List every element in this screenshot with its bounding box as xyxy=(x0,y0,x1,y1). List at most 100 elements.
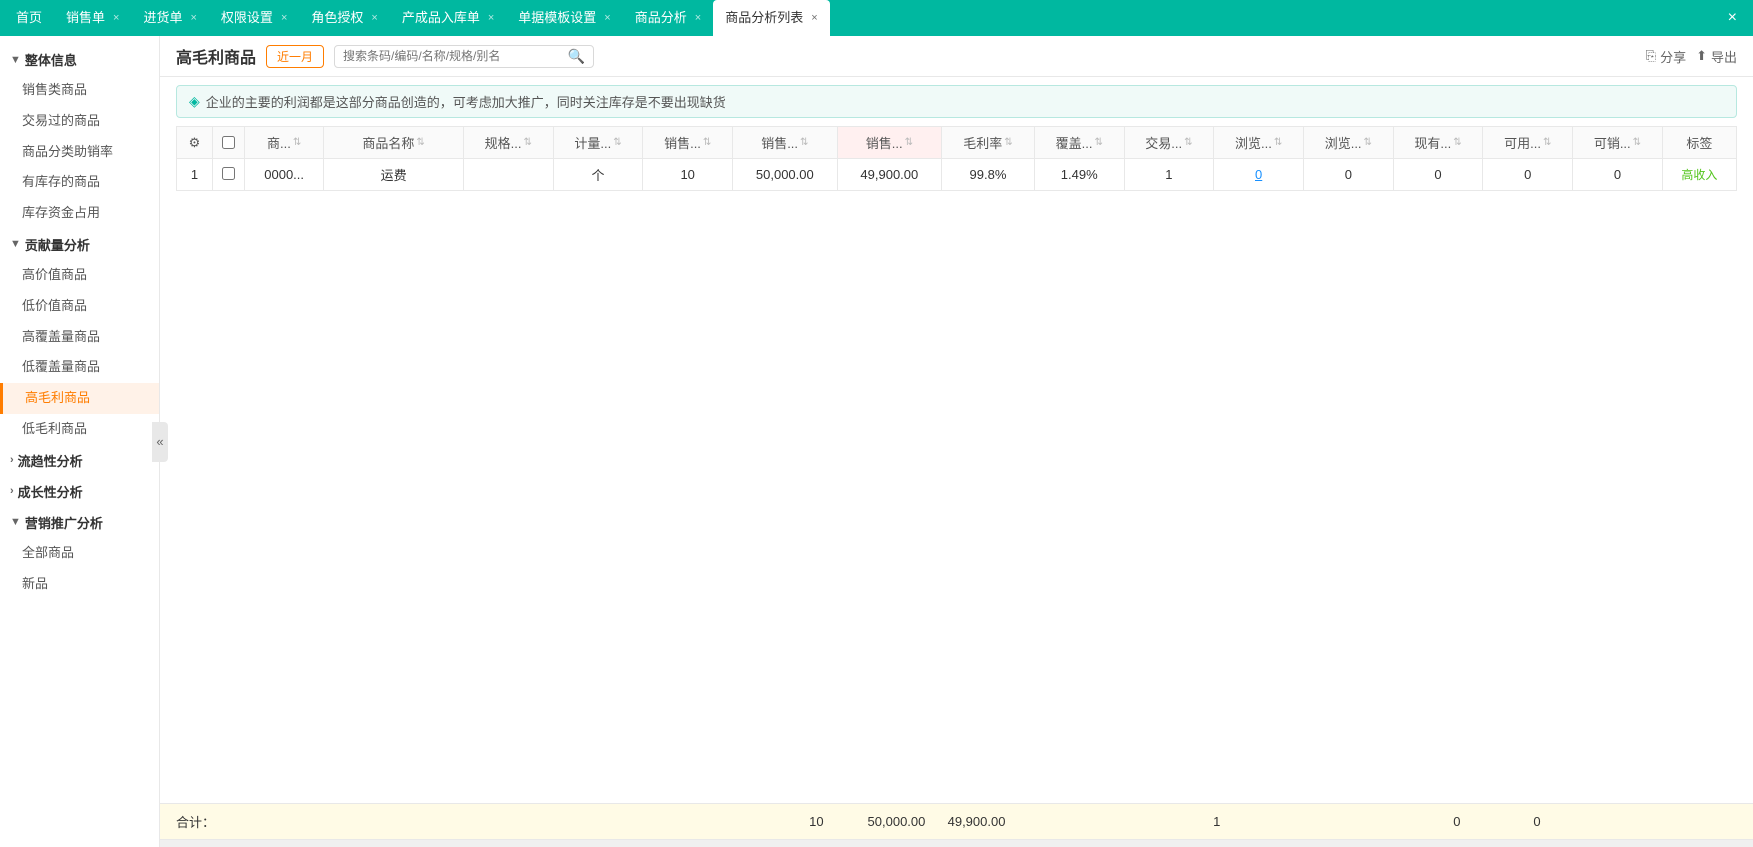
sort-spec-icon[interactable]: ⇅ xyxy=(524,137,532,148)
close-product-analysis-icon[interactable]: × xyxy=(695,0,701,36)
col-sales-amount[interactable]: 销售...⇅ xyxy=(733,127,838,159)
sidebar-item-all-goods[interactable]: 全部商品 xyxy=(0,538,159,569)
cell-unit: 个 xyxy=(553,159,643,191)
sort-sellable-icon[interactable]: ⇅ xyxy=(1633,137,1641,148)
sort-coverage-icon[interactable]: ⇅ xyxy=(1094,137,1102,148)
sidebar-item-low-value[interactable]: 低价值商品 xyxy=(0,291,159,322)
close-permission-icon[interactable]: × xyxy=(281,0,287,36)
close-doc-template-icon[interactable]: × xyxy=(604,0,610,36)
data-table: ⚙ 商...⇅ 商品名称⇅ 规格...⇅ xyxy=(176,126,1737,191)
close-product-inbound-icon[interactable]: × xyxy=(488,0,494,36)
cell-browse1[interactable]: 0 xyxy=(1214,159,1304,191)
col-sales-qty[interactable]: 销售...⇅ xyxy=(643,127,733,159)
sidebar-item-high-margin[interactable]: 高毛利商品 xyxy=(0,383,159,414)
sidebar-item-in-stock-goods[interactable]: 有库存的商品 xyxy=(0,167,159,198)
sidebar-item-category-rate[interactable]: 商品分类助销率 xyxy=(0,137,159,168)
sort-sales-qty-icon[interactable]: ⇅ xyxy=(703,137,711,148)
col-available[interactable]: 可用...⇅ xyxy=(1483,127,1573,159)
sidebar-item-stock-capital[interactable]: 库存资金占用 xyxy=(0,198,159,229)
close-role-auth-icon[interactable]: × xyxy=(371,0,377,36)
export-button[interactable]: ⬆ 导出 xyxy=(1696,47,1737,66)
page-title: 高毛利商品 xyxy=(176,44,256,68)
col-current-stock[interactable]: 现有...⇅ xyxy=(1393,127,1483,159)
cell-name: 运费 xyxy=(324,159,464,191)
col-checkbox[interactable] xyxy=(213,127,245,159)
nav-product-analysis[interactable]: 商品分析 × xyxy=(623,0,713,36)
sidebar-item-low-margin[interactable]: 低毛利商品 xyxy=(0,414,159,445)
col-unit[interactable]: 计量...⇅ xyxy=(553,127,643,159)
sidebar-group-growth[interactable]: › 成长性分析 xyxy=(0,476,159,507)
cell-coverage: 1.49% xyxy=(1034,159,1124,191)
col-sales-net[interactable]: 销售...⇅ xyxy=(837,127,942,159)
sidebar-group-overall[interactable]: ▼ 整体信息 xyxy=(0,44,159,75)
cell-checkbox[interactable] xyxy=(213,159,245,191)
nav-permission-settings[interactable]: 权限设置 × xyxy=(209,0,299,36)
sort-name-icon[interactable]: ⇅ xyxy=(416,137,424,148)
nav-product-analysis-list[interactable]: 商品分析列表 × xyxy=(713,0,829,36)
nav-home[interactable]: 首页 xyxy=(4,0,54,36)
col-name[interactable]: 商品名称⇅ xyxy=(324,127,464,159)
sort-gross-margin-icon[interactable]: ⇅ xyxy=(1004,137,1012,148)
content-area: 高毛利商品 近一月 🔍 ⎘ 分享 ⬆ 导出 ◈ 企业的主要的利润都是这部分商品创… xyxy=(160,36,1753,847)
cell-available: 0 xyxy=(1483,159,1573,191)
search-input[interactable] xyxy=(343,49,568,63)
col-code[interactable]: 商...⇅ xyxy=(245,127,324,159)
sort-code-icon[interactable]: ⇅ xyxy=(293,137,301,148)
close-purchase-order-icon[interactable]: × xyxy=(190,0,196,36)
footer-index xyxy=(296,814,376,829)
share-icon: ⎘ xyxy=(1646,48,1656,64)
nav-role-auth[interactable]: 角色授权 × xyxy=(299,0,389,36)
nav-doc-template[interactable]: 单据模板设置 × xyxy=(506,0,622,36)
sidebar-collapse-button[interactable]: « xyxy=(152,422,168,462)
sort-unit-icon[interactable]: ⇅ xyxy=(613,137,621,148)
sidebar-item-sales-goods[interactable]: 销售类商品 xyxy=(0,75,159,106)
sort-stock-icon[interactable]: ⇅ xyxy=(1453,137,1461,148)
bottom-scrollbar[interactable] xyxy=(160,839,1753,847)
cell-sales-qty: 10 xyxy=(643,159,733,191)
cell-sales-net: 49,900.00 xyxy=(837,159,942,191)
col-spec[interactable]: 规格...⇅ xyxy=(463,127,553,159)
sidebar-item-high-coverage[interactable]: 高覆盖量商品 xyxy=(0,322,159,353)
period-button[interactable]: 近一月 xyxy=(266,45,324,68)
col-gross-margin[interactable]: 毛利率⇅ xyxy=(942,127,1035,159)
footer-transaction: 1 xyxy=(1177,814,1257,829)
sort-transaction-icon[interactable]: ⇅ xyxy=(1184,137,1192,148)
select-all-checkbox[interactable] xyxy=(222,136,235,149)
close-analysis-list-icon[interactable]: × xyxy=(811,0,817,36)
footer-unit xyxy=(696,814,776,829)
search-icon[interactable]: 🔍 xyxy=(568,48,585,65)
sidebar-item-new-goods[interactable]: 新品 xyxy=(0,569,159,600)
sidebar-item-high-value[interactable]: 高价值商品 xyxy=(0,260,159,291)
nav-sales-order[interactable]: 销售单 × xyxy=(54,0,131,36)
footer-checkbox xyxy=(376,814,456,829)
col-tag[interactable]: 标签 xyxy=(1662,127,1736,159)
col-settings[interactable]: ⚙ xyxy=(177,127,213,159)
nav-product-inbound[interactable]: 产成品入库单 × xyxy=(390,0,506,36)
header-actions: ⎘ 分享 ⬆ 导出 xyxy=(1646,47,1737,66)
sidebar-group-contribution[interactable]: ▼ 贡献量分析 xyxy=(0,229,159,260)
col-sellable[interactable]: 可销...⇅ xyxy=(1573,127,1663,159)
sort-sales-amount-icon[interactable]: ⇅ xyxy=(800,137,808,148)
col-transaction[interactable]: 交易...⇅ xyxy=(1124,127,1214,159)
sort-available-icon[interactable]: ⇅ xyxy=(1543,137,1551,148)
content-header: 高毛利商品 近一月 🔍 ⎘ 分享 ⬆ 导出 xyxy=(160,36,1753,77)
nav-purchase-order[interactable]: 进货单 × xyxy=(131,0,208,36)
export-icon: ⬆ xyxy=(1696,48,1707,64)
sidebar-item-low-coverage[interactable]: 低覆盖量商品 xyxy=(0,352,159,383)
sort-sales-net-icon[interactable]: ⇅ xyxy=(905,137,913,148)
col-browse2[interactable]: 浏览...⇅ xyxy=(1303,127,1393,159)
footer-coverage xyxy=(1097,814,1177,829)
sidebar-group-trend[interactable]: › 流趋性分析 xyxy=(0,445,159,476)
sidebar-group-marketing[interactable]: ▼ 营销推广分析 xyxy=(0,507,159,538)
table-row: 1 0000... 运费 个 10 50,000.00 49,900.00 99… xyxy=(177,159,1737,191)
share-button[interactable]: ⎘ 分享 xyxy=(1646,47,1686,66)
footer-sellable xyxy=(1577,814,1657,829)
window-close-icon[interactable]: × xyxy=(1716,9,1749,27)
col-browse1[interactable]: 浏览...⇅ xyxy=(1214,127,1304,159)
col-coverage[interactable]: 覆盖...⇅ xyxy=(1034,127,1124,159)
close-sales-order-icon[interactable]: × xyxy=(113,0,119,36)
settings-icon[interactable]: ⚙ xyxy=(189,135,201,151)
sort-browse1-icon[interactable]: ⇅ xyxy=(1274,137,1282,148)
sidebar-item-traded-goods[interactable]: 交易过的商品 xyxy=(0,106,159,137)
sort-browse2-icon[interactable]: ⇅ xyxy=(1364,137,1372,148)
